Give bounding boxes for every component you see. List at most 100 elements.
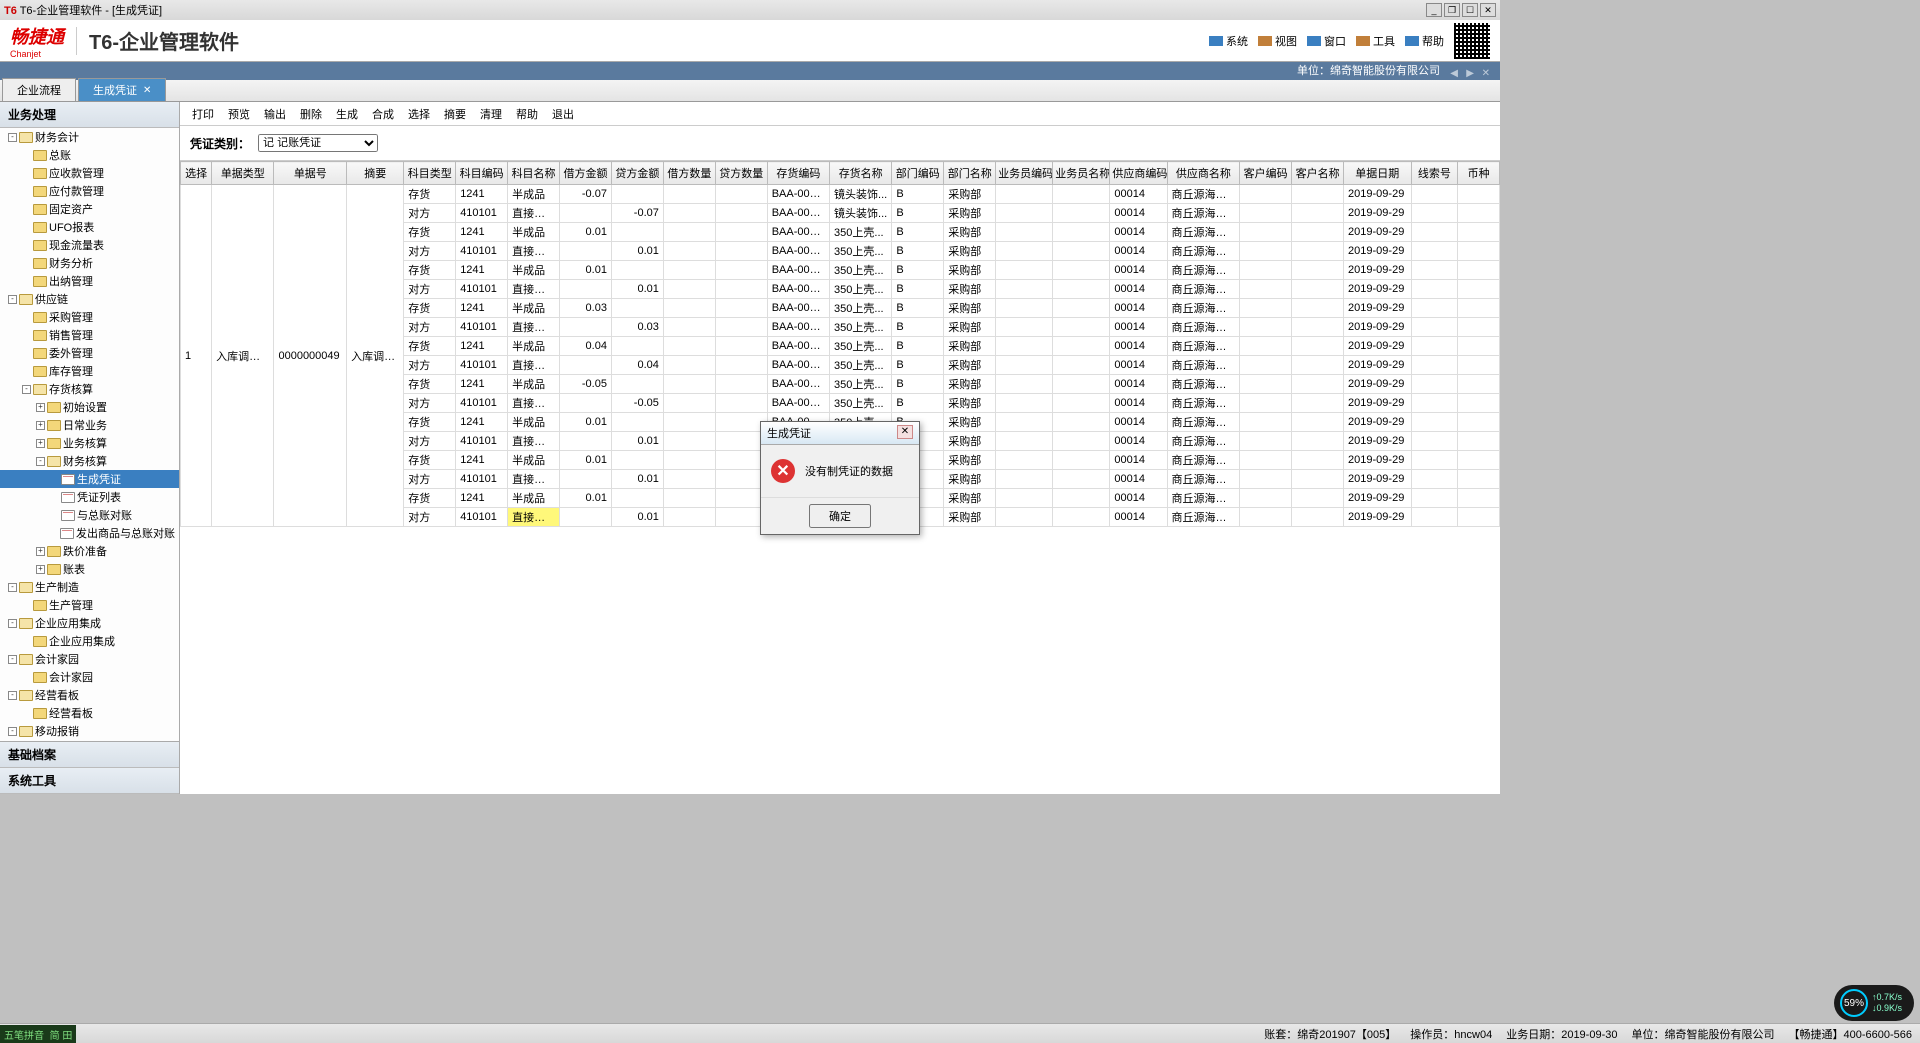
expand-collapse-icon[interactable]: +	[36, 439, 45, 448]
mini-left-icon[interactable]: ◀	[1446, 65, 1458, 77]
expand-collapse-icon[interactable]: -	[8, 295, 17, 304]
sidebar-title-tools[interactable]: 系统工具	[0, 768, 179, 794]
dialog-ok-button[interactable]: 确定	[809, 504, 871, 528]
col-贷方金额[interactable]: 贷方金额	[611, 162, 663, 185]
toolbar-摘要[interactable]: 摘要	[438, 104, 472, 124]
tab-close-icon[interactable]: ✕	[143, 85, 151, 96]
brand-menu-系统[interactable]: 系统	[1209, 33, 1248, 49]
tree-item-初始设置[interactable]: +初始设置	[0, 398, 179, 416]
col-存货编码[interactable]: 存货编码	[767, 162, 829, 185]
tree-item-企业应用集成[interactable]: 企业应用集成	[0, 632, 179, 650]
expand-collapse-icon[interactable]: -	[36, 457, 45, 466]
toolbar-合成[interactable]: 合成	[366, 104, 400, 124]
tree-item-委外管理[interactable]: 委外管理	[0, 344, 179, 362]
toolbar-选择[interactable]: 选择	[402, 104, 436, 124]
tree-item-经营看板[interactable]: 经营看板	[0, 704, 179, 722]
col-供应商名称[interactable]: 供应商名称	[1167, 162, 1240, 185]
col-存货名称[interactable]: 存货名称	[830, 162, 892, 185]
tree-item-生产制造[interactable]: -生产制造	[0, 578, 179, 596]
mini-right-icon[interactable]: ▶	[1462, 65, 1474, 77]
toolbar-清理[interactable]: 清理	[474, 104, 508, 124]
expand-collapse-icon[interactable]: -	[8, 133, 17, 142]
toolbar-退出[interactable]: 退出	[546, 104, 580, 124]
col-摘要[interactable]: 摘要	[347, 162, 404, 185]
tree-item-财务核算[interactable]: -财务核算	[0, 452, 179, 470]
col-线索号[interactable]: 线索号	[1411, 162, 1458, 185]
expand-collapse-icon[interactable]: -	[8, 655, 17, 664]
grid-wrap[interactable]: 选择单据类型单据号摘要科目类型科目编码科目名称借方金额贷方金额借方数量贷方数量存…	[180, 161, 1500, 794]
tree-item-现金流量表[interactable]: 现金流量表	[0, 236, 179, 254]
tree-item-固定资产[interactable]: 固定资产	[0, 200, 179, 218]
col-业务员编码[interactable]: 业务员编码	[996, 162, 1053, 185]
voucher-type-select[interactable]: 记 记账凭证	[258, 134, 378, 152]
brand-menu-工具[interactable]: 工具	[1356, 33, 1395, 49]
tree-item-库存管理[interactable]: 库存管理	[0, 362, 179, 380]
minimize-button[interactable]: _	[1426, 3, 1442, 17]
toolbar-生成[interactable]: 生成	[330, 104, 364, 124]
tree-item-销售管理[interactable]: 销售管理	[0, 326, 179, 344]
col-单据日期[interactable]: 单据日期	[1344, 162, 1412, 185]
tree-item-与总账对账[interactable]: 与总账对账	[0, 506, 179, 524]
tree-item-经营看板[interactable]: -经营看板	[0, 686, 179, 704]
col-业务员名称[interactable]: 业务员名称	[1053, 162, 1110, 185]
close-button[interactable]: ✕	[1480, 3, 1496, 17]
tree-item-账表[interactable]: +账表	[0, 560, 179, 578]
col-科目类型[interactable]: 科目类型	[404, 162, 456, 185]
tree-item-存货核算[interactable]: -存货核算	[0, 380, 179, 398]
tree-item-跌价准备[interactable]: +跌价准备	[0, 542, 179, 560]
toolbar-删除[interactable]: 删除	[294, 104, 328, 124]
maximize-button[interactable]: ☐	[1462, 3, 1478, 17]
expand-collapse-icon[interactable]: +	[36, 565, 45, 574]
tree-item-财务分析[interactable]: 财务分析	[0, 254, 179, 272]
col-借方金额[interactable]: 借方金额	[560, 162, 612, 185]
sidebar-title-business[interactable]: 业务处理	[0, 102, 179, 128]
col-贷方数量[interactable]: 贷方数量	[715, 162, 767, 185]
expand-collapse-icon[interactable]: -	[8, 691, 17, 700]
col-部门编码[interactable]: 部门编码	[892, 162, 944, 185]
tree-item-采购管理[interactable]: 采购管理	[0, 308, 179, 326]
tree-item-财务会计[interactable]: -财务会计	[0, 128, 179, 146]
dialog-close-button[interactable]: ✕	[897, 425, 913, 439]
col-部门名称[interactable]: 部门名称	[944, 162, 996, 185]
expand-collapse-icon[interactable]: -	[22, 385, 31, 394]
col-单据类型[interactable]: 单据类型	[212, 162, 274, 185]
network-speed-widget[interactable]: 59% ↑0.7K/s ↓0.9K/s	[1834, 985, 1914, 1021]
expand-collapse-icon[interactable]: -	[8, 619, 17, 628]
col-客户编码[interactable]: 客户编码	[1240, 162, 1292, 185]
table-row[interactable]: 1入库调整单0000000049入库调整...存货1241半成品-0.07BAA…	[181, 185, 1500, 204]
tab-enterprise-process[interactable]: 企业流程	[2, 78, 76, 101]
expand-collapse-icon[interactable]: -	[8, 583, 17, 592]
expand-collapse-icon[interactable]: -	[8, 727, 17, 736]
tree-item-业务核算[interactable]: +业务核算	[0, 434, 179, 452]
col-科目名称[interactable]: 科目名称	[508, 162, 560, 185]
toolbar-帮助[interactable]: 帮助	[510, 104, 544, 124]
col-客户名称[interactable]: 客户名称	[1292, 162, 1344, 185]
expand-collapse-icon[interactable]: +	[36, 547, 45, 556]
col-选择[interactable]: 选择	[181, 162, 212, 185]
col-供应商编码[interactable]: 供应商编码	[1110, 162, 1167, 185]
tree-item-生成凭证[interactable]: 生成凭证	[0, 470, 179, 488]
tree-item-会计家园[interactable]: 会计家园	[0, 668, 179, 686]
tree-item-企业应用集成[interactable]: -企业应用集成	[0, 614, 179, 632]
brand-menu-帮助[interactable]: 帮助	[1405, 33, 1444, 49]
toolbar-预览[interactable]: 预览	[222, 104, 256, 124]
ime-indicator[interactable]: 五笔拼音 简 田	[0, 1025, 76, 1043]
expand-collapse-icon[interactable]: +	[36, 403, 45, 412]
brand-menu-视图[interactable]: 视图	[1258, 33, 1297, 49]
tree-item-发出商品与总账对账[interactable]: 发出商品与总账对账	[0, 524, 179, 542]
tree-item-生产管理[interactable]: 生产管理	[0, 596, 179, 614]
col-单据号[interactable]: 单据号	[274, 162, 347, 185]
tree-item-应收款管理[interactable]: 应收款管理	[0, 164, 179, 182]
tree-item-UFO报表[interactable]: UFO报表	[0, 218, 179, 236]
tree-item-供应链[interactable]: -供应链	[0, 290, 179, 308]
col-科目编码[interactable]: 科目编码	[456, 162, 508, 185]
sidebar-title-basic[interactable]: 基础档案	[0, 742, 179, 768]
cell-select[interactable]: 1	[181, 185, 212, 527]
col-币种[interactable]: 币种	[1458, 162, 1500, 185]
tree-item-移动报销[interactable]: -移动报销	[0, 722, 179, 740]
toolbar-输出[interactable]: 输出	[258, 104, 292, 124]
col-借方数量[interactable]: 借方数量	[663, 162, 715, 185]
restore-button[interactable]: ❐	[1444, 3, 1460, 17]
tree-item-凭证列表[interactable]: 凭证列表	[0, 488, 179, 506]
tree-item-应付款管理[interactable]: 应付款管理	[0, 182, 179, 200]
